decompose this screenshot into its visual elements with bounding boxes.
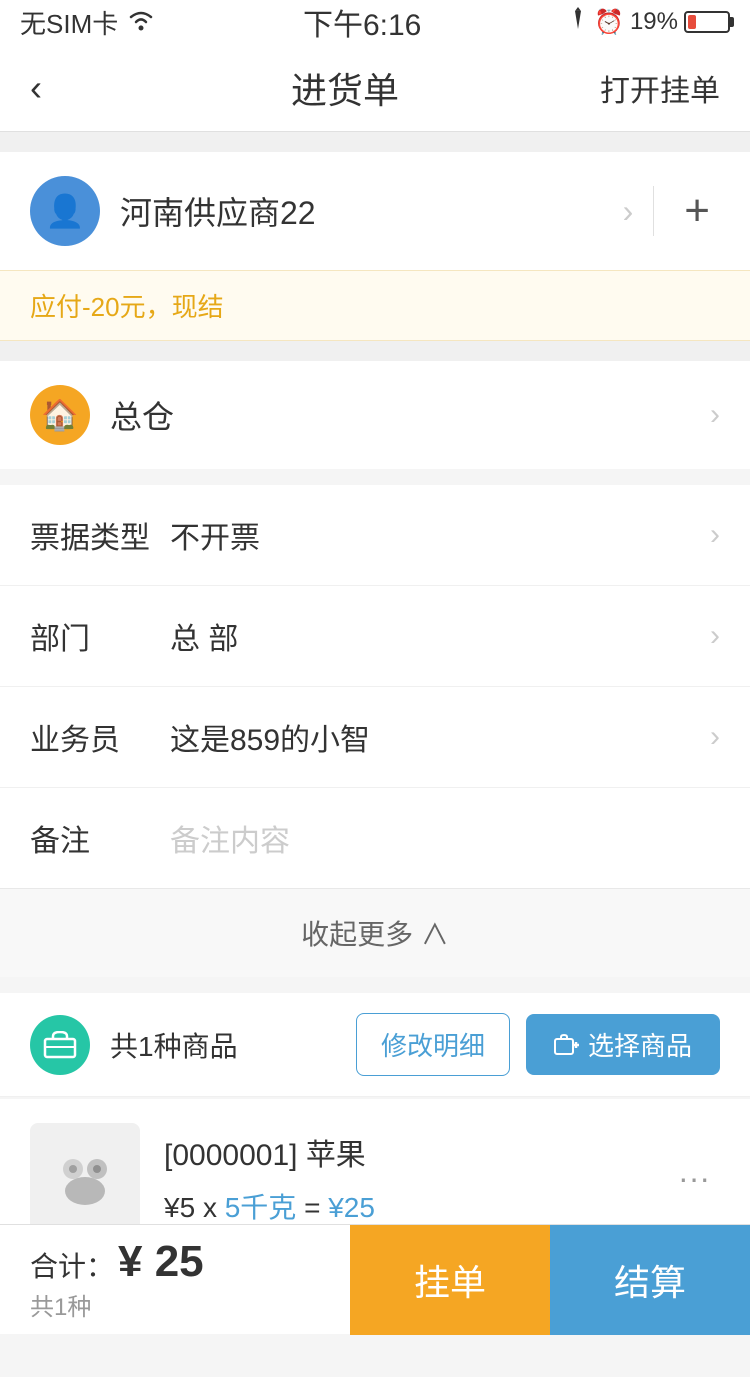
supplier-name: 河南供应商22 [120, 188, 623, 234]
warehouse-row[interactable]: 🏠 总仓 › [0, 361, 750, 469]
product-code: [0000001] [164, 1139, 297, 1172]
alarm-icon: ⏰ [594, 8, 624, 37]
collapse-label: 收起更多 ∧ [301, 913, 449, 953]
total-sub: 共1种 [30, 1287, 320, 1322]
product-multiply: x [203, 1192, 225, 1223]
total-section: 合计： ¥ 25 共1种 [0, 1237, 350, 1322]
supplier-chevron-icon[interactable]: › [623, 193, 634, 230]
form-section: 票据类型 不开票 › 部门 总 部 › 业务员 这是859的小智 › 备注 备注… [0, 485, 750, 888]
time-label: 下午6:16 [303, 0, 421, 44]
form-row-remark[interactable]: 备注 备注内容 [0, 788, 750, 888]
salesperson-value: 这是859的小智 [170, 715, 710, 759]
total-label: 合计： [30, 1245, 114, 1285]
invoice-label: 票据类型 [30, 513, 160, 557]
status-left: 无SIM卡 [20, 4, 156, 41]
salesperson-label: 业务员 [30, 715, 160, 759]
divider-top [0, 132, 750, 152]
add-supplier-button[interactable]: + [674, 186, 720, 236]
carrier-label: 无SIM卡 [20, 4, 118, 41]
warehouse-chevron-icon: › [710, 398, 720, 432]
product-price-row: ¥5 x 5千克 = ¥25 [164, 1186, 668, 1226]
supplier-section: 👤 河南供应商22 › + 应付-20元，现结 [0, 152, 750, 341]
supplier-avatar: 👤 [30, 176, 100, 246]
select-product-label: 选择商品 [588, 1026, 692, 1063]
products-count: 共1种商品 [110, 1025, 356, 1065]
product-info: [0000001] 苹果 ¥5 x 5千克 = ¥25 [164, 1130, 668, 1226]
nav-bar: ‹ 进货单 打开挂单 [0, 44, 750, 132]
invoice-chevron-icon: › [710, 518, 720, 552]
edit-detail-button[interactable]: 修改明细 [356, 1013, 510, 1076]
form-row-department[interactable]: 部门 总 部 › [0, 586, 750, 687]
battery-fill [688, 15, 696, 29]
supplier-divider [653, 186, 654, 236]
department-value: 总 部 [170, 614, 710, 658]
remark-value: 备注内容 [170, 816, 720, 860]
warehouse-section: 🏠 总仓 › [0, 361, 750, 469]
checkout-button[interactable]: 结算 [550, 1225, 750, 1335]
location-icon [568, 7, 588, 38]
salesperson-chevron-icon: › [710, 720, 720, 754]
collapse-button[interactable]: 收起更多 ∧ [0, 888, 750, 977]
form-row-salesperson[interactable]: 业务员 这是859的小智 › [0, 687, 750, 788]
department-chevron-icon: › [710, 619, 720, 653]
divider-mid1 [0, 341, 750, 361]
supplier-avatar-icon: 👤 [45, 192, 85, 230]
warehouse-name: 总仓 [110, 392, 710, 438]
hang-button[interactable]: 挂单 [350, 1225, 550, 1335]
page-content: 👤 河南供应商22 › + 应付-20元，现结 🏠 总仓 › 票据类型 不开票 … [0, 132, 750, 1377]
page-title: 进货单 [291, 62, 399, 114]
wifi-icon [126, 7, 156, 38]
bottom-bar: 合计： ¥ 25 共1种 挂单 结算 [0, 1224, 750, 1334]
open-hang-button[interactable]: 打开挂单 [600, 66, 720, 110]
select-product-button[interactable]: 选择商品 [526, 1014, 720, 1075]
products-header: 共1种商品 修改明细 选择商品 [0, 993, 750, 1097]
product-title: 苹果 [306, 1139, 366, 1172]
product-equals: = [304, 1192, 328, 1223]
back-button[interactable]: ‹ [30, 67, 90, 109]
product-total: ¥25 [328, 1192, 375, 1223]
status-right: ⏰ 19% [568, 7, 730, 38]
product-unit-price: ¥5 [164, 1192, 195, 1223]
info-banner: 应付-20元，现结 [0, 270, 750, 341]
supplier-row: 👤 河南供应商22 › + [0, 152, 750, 270]
total-amount: ¥ 25 [118, 1237, 204, 1287]
product-thumbnail [30, 1123, 140, 1233]
product-name: [0000001] 苹果 [164, 1130, 668, 1174]
battery-icon [684, 11, 730, 33]
status-bar: 无SIM卡 下午6:16 ⏰ 19% [0, 0, 750, 44]
product-more-button[interactable]: ··· [668, 1160, 720, 1197]
invoice-value: 不开票 [170, 513, 710, 557]
form-row-invoice[interactable]: 票据类型 不开票 › [0, 485, 750, 586]
remark-label: 备注 [30, 816, 160, 860]
products-icon [30, 1015, 90, 1075]
warehouse-icon: 🏠 [30, 385, 90, 445]
battery-percent: 19% [630, 8, 678, 36]
product-quantity: 5千克 [225, 1192, 297, 1223]
department-label: 部门 [30, 614, 160, 658]
